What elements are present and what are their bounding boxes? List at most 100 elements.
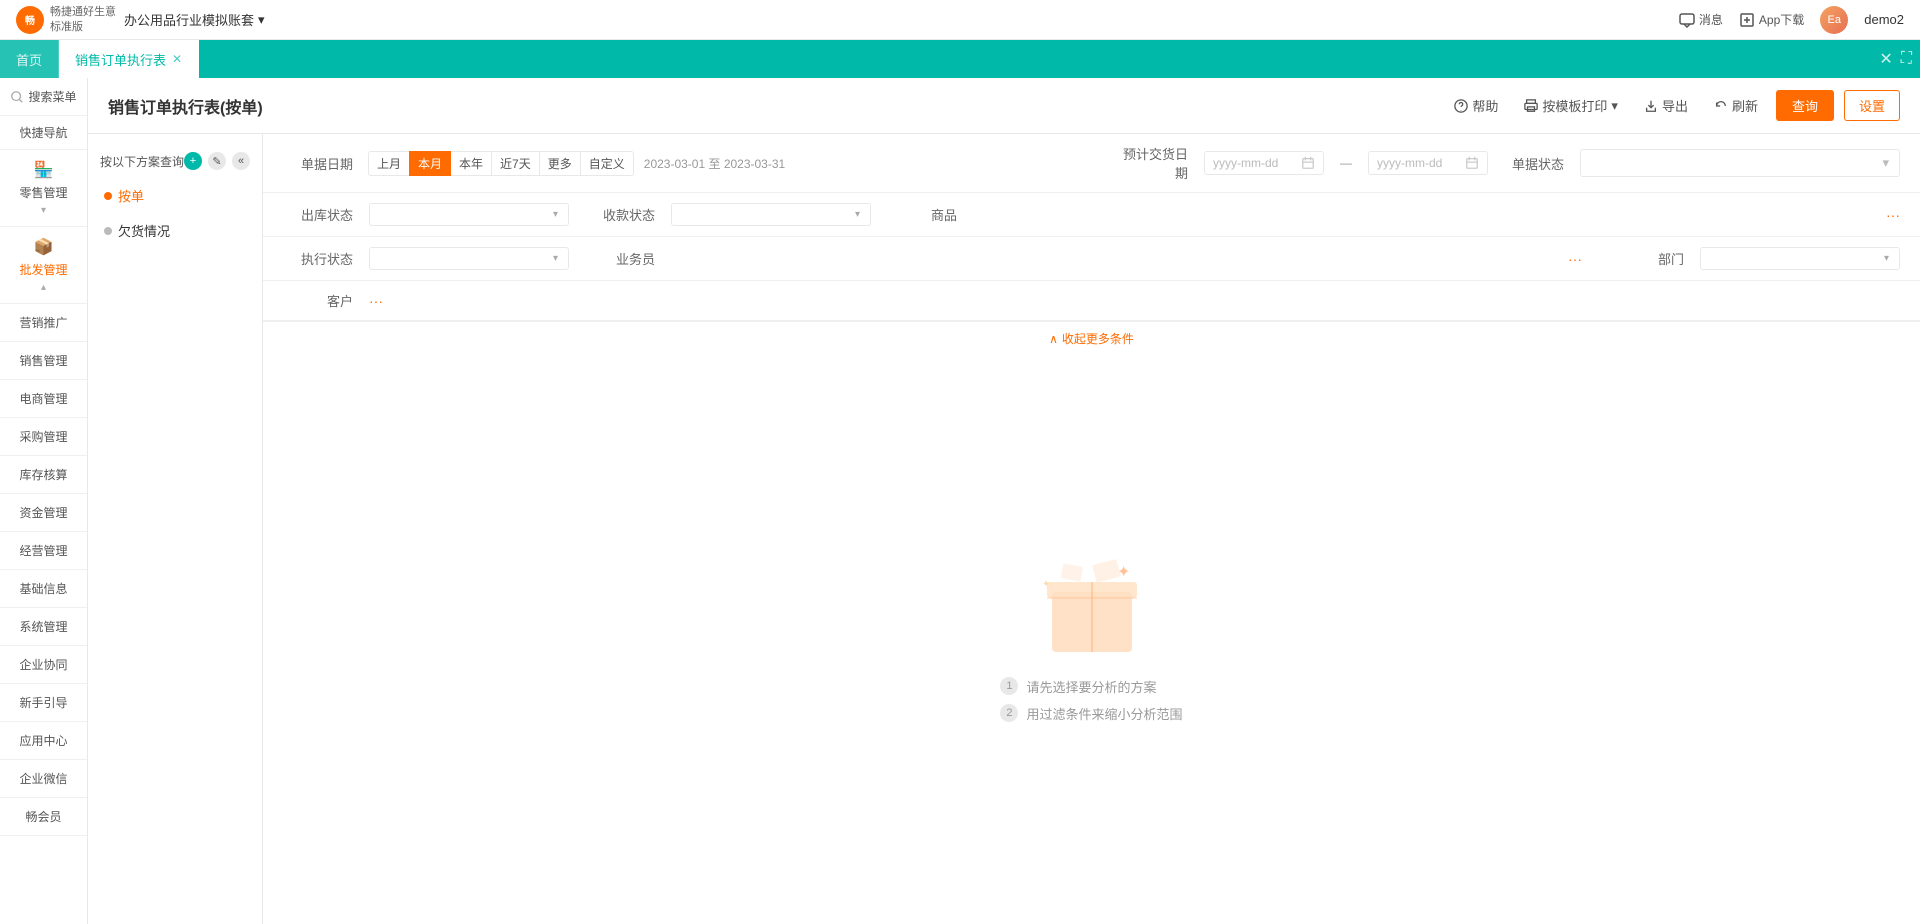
salesperson-label: 业务员 bbox=[585, 249, 655, 268]
page-header: 销售订单执行表(按单) 帮助 按模板打印 ▾ bbox=[88, 78, 1920, 134]
hint-num-1: 1 bbox=[1000, 677, 1018, 695]
date-dash: — bbox=[1340, 156, 1352, 170]
scheme-add-button[interactable]: + bbox=[184, 152, 202, 170]
sidebar-item-quick-nav[interactable]: 快捷导航 bbox=[0, 116, 87, 150]
status-label: 单据状态 bbox=[1504, 154, 1564, 173]
tab-close-icon[interactable]: ✕ bbox=[172, 52, 182, 66]
delivery-select[interactable]: ▾ bbox=[369, 203, 569, 226]
dept-select[interactable]: ▾ bbox=[1700, 247, 1900, 270]
expected-date-end[interactable]: yyyy-mm-dd bbox=[1368, 151, 1488, 175]
main-layout: 搜索菜单 快捷导航 🏪 零售管理 ▾ 📦 批发管理 ▴ 营销推广 销售管理 电商… bbox=[0, 78, 1920, 924]
close-window-icon[interactable]: ✕ bbox=[1879, 49, 1892, 69]
salesperson-more-button[interactable]: ··· bbox=[1568, 251, 1582, 267]
scheme-edit-button[interactable]: ✎ bbox=[208, 152, 226, 170]
scheme-dot-inactive bbox=[104, 227, 112, 235]
scheme-item-debt[interactable]: 欠货情况 bbox=[88, 213, 262, 248]
app-download-button[interactable]: App下载 bbox=[1739, 11, 1804, 28]
help-button[interactable]: 帮助 bbox=[1446, 92, 1506, 119]
sidebar-item-wholesale[interactable]: 📦 批发管理 ▴ bbox=[0, 227, 87, 304]
payment-label: 收款状态 bbox=[585, 205, 655, 224]
empty-box-svg: ✦ ✦ bbox=[1032, 557, 1152, 657]
svg-text:✦: ✦ bbox=[1042, 579, 1050, 590]
empty-hint-1: 1 请先选择要分析的方案 bbox=[1000, 677, 1156, 696]
sidebar-item-finance[interactable]: 资金管理 bbox=[0, 494, 87, 532]
right-content: 单据日期 上月 本月 本年 bbox=[263, 134, 1920, 924]
content-wrapper: 按以下方案查询 + ✎ « 按单 bbox=[88, 134, 1920, 924]
sidebar-item-retail[interactable]: 🏪 零售管理 ▾ bbox=[0, 150, 87, 227]
sidebar-item-member[interactable]: 畅会员 bbox=[0, 798, 87, 836]
tab-sales-order[interactable]: 销售订单执行表 ✕ bbox=[59, 40, 199, 78]
expected-date-label: 预计交货日期 bbox=[1118, 144, 1188, 182]
sidebar-item-basic[interactable]: 基础信息 bbox=[0, 570, 87, 608]
date-btn-this-year[interactable]: 本年 bbox=[450, 151, 492, 176]
sidebar-item-wechat[interactable]: 企业微信 bbox=[0, 760, 87, 798]
nav-right-icons: ✕ ⛶ bbox=[1879, 40, 1920, 78]
download-icon bbox=[1739, 12, 1755, 28]
sidebar-item-sales[interactable]: 销售管理 bbox=[0, 342, 87, 380]
goods-more-button[interactable]: ··· bbox=[1886, 207, 1900, 223]
scheme-collapse-button[interactable]: « bbox=[232, 152, 250, 170]
sidebar-search[interactable]: 搜索菜单 bbox=[0, 78, 87, 116]
date-btn-last7[interactable]: 近7天 bbox=[491, 151, 540, 176]
delivery-label: 出库状态 bbox=[283, 205, 353, 224]
app-selector[interactable]: 办公用品行业模拟账套 ▾ bbox=[124, 10, 265, 29]
date-btn-custom[interactable]: 自定义 bbox=[580, 151, 634, 176]
status-select[interactable]: ▾ bbox=[1580, 149, 1900, 177]
sidebar-item-marketing[interactable]: 营销推广 bbox=[0, 304, 87, 342]
header-right: 消息 App下载 Ea demo2 bbox=[1679, 6, 1904, 34]
user-name[interactable]: demo2 bbox=[1864, 12, 1904, 27]
user-avatar[interactable]: Ea bbox=[1820, 6, 1848, 34]
collapse-bar[interactable]: ∧ 收起更多条件 bbox=[263, 321, 1920, 355]
date-btn-more[interactable]: 更多 bbox=[539, 151, 581, 176]
filter-row-1: 单据日期 上月 本月 本年 bbox=[263, 134, 1920, 193]
customer-more-button[interactable]: ··· bbox=[369, 293, 383, 309]
sidebar-item-inventory[interactable]: 库存核算 bbox=[0, 456, 87, 494]
expected-date-start[interactable]: yyyy-mm-dd bbox=[1204, 151, 1324, 175]
print-icon bbox=[1524, 99, 1538, 113]
query-button[interactable]: 查询 bbox=[1776, 90, 1834, 121]
date-range-buttons: 上月 本月 本年 近7天 bbox=[369, 151, 634, 176]
filter-panel: 单据日期 上月 本月 本年 bbox=[263, 134, 1920, 355]
exec-select[interactable]: ▾ bbox=[369, 247, 569, 270]
empty-illustration: ✦ ✦ bbox=[1032, 557, 1152, 657]
logo-icon: 畅 bbox=[16, 6, 44, 34]
sidebar-item-newbie[interactable]: 新手引导 bbox=[0, 684, 87, 722]
scheme-header: 按以下方案查询 + ✎ « bbox=[88, 144, 262, 178]
sidebar-item-ecommerce[interactable]: 电商管理 bbox=[0, 380, 87, 418]
calendar-icon bbox=[1301, 156, 1315, 170]
settings-button[interactable]: 设置 bbox=[1844, 90, 1900, 121]
payment-arrow-icon: ▾ bbox=[855, 209, 860, 220]
exec-label: 执行状态 bbox=[283, 249, 353, 268]
scheme-item-press[interactable]: 按单 bbox=[88, 178, 262, 213]
goods-label: 商品 bbox=[887, 205, 957, 224]
help-icon bbox=[1454, 99, 1468, 113]
filter-row-3: 执行状态 ▾ 业务员 ··· 部门 ▾ bbox=[263, 237, 1920, 281]
payment-select[interactable]: ▾ bbox=[671, 203, 871, 226]
sidebar-item-appstore[interactable]: 应用中心 bbox=[0, 722, 87, 760]
date-btn-this-month[interactable]: 本月 bbox=[409, 151, 451, 176]
scheme-header-icons: + ✎ « bbox=[184, 152, 250, 170]
print-arrow-icon: ▾ bbox=[1611, 98, 1618, 114]
export-icon bbox=[1644, 99, 1658, 113]
export-button[interactable]: 导出 bbox=[1636, 92, 1696, 119]
sidebar-item-system[interactable]: 系统管理 bbox=[0, 608, 87, 646]
refresh-icon bbox=[1714, 99, 1728, 113]
template-print-button[interactable]: 按模板打印 ▾ bbox=[1516, 92, 1626, 119]
date-btn-last-month[interactable]: 上月 bbox=[368, 151, 410, 176]
logo-text: 畅捷通好生意 标准版 bbox=[50, 5, 116, 34]
tab-home[interactable]: 首页 bbox=[0, 40, 59, 78]
customer-label: 客户 bbox=[283, 291, 353, 310]
message-button[interactable]: 消息 bbox=[1679, 11, 1723, 28]
delivery-arrow-icon: ▾ bbox=[553, 209, 558, 220]
date-label: 单据日期 bbox=[283, 154, 353, 173]
calendar-icon-2 bbox=[1465, 156, 1479, 170]
expand-window-icon[interactable]: ⛶ bbox=[1901, 50, 1912, 68]
sidebar-item-operation[interactable]: 经营管理 bbox=[0, 532, 87, 570]
sidebar-item-enterprise[interactable]: 企业协同 bbox=[0, 646, 87, 684]
refresh-button[interactable]: 刷新 bbox=[1706, 92, 1766, 119]
top-header: 畅 畅捷通好生意 标准版 办公用品行业模拟账套 ▾ 消息 App下载 bbox=[0, 0, 1920, 40]
page-actions: 帮助 按模板打印 ▾ 导出 bbox=[1446, 90, 1900, 121]
exec-arrow-icon: ▾ bbox=[553, 253, 558, 264]
sidebar-item-purchase[interactable]: 采购管理 bbox=[0, 418, 87, 456]
message-icon bbox=[1679, 12, 1695, 28]
